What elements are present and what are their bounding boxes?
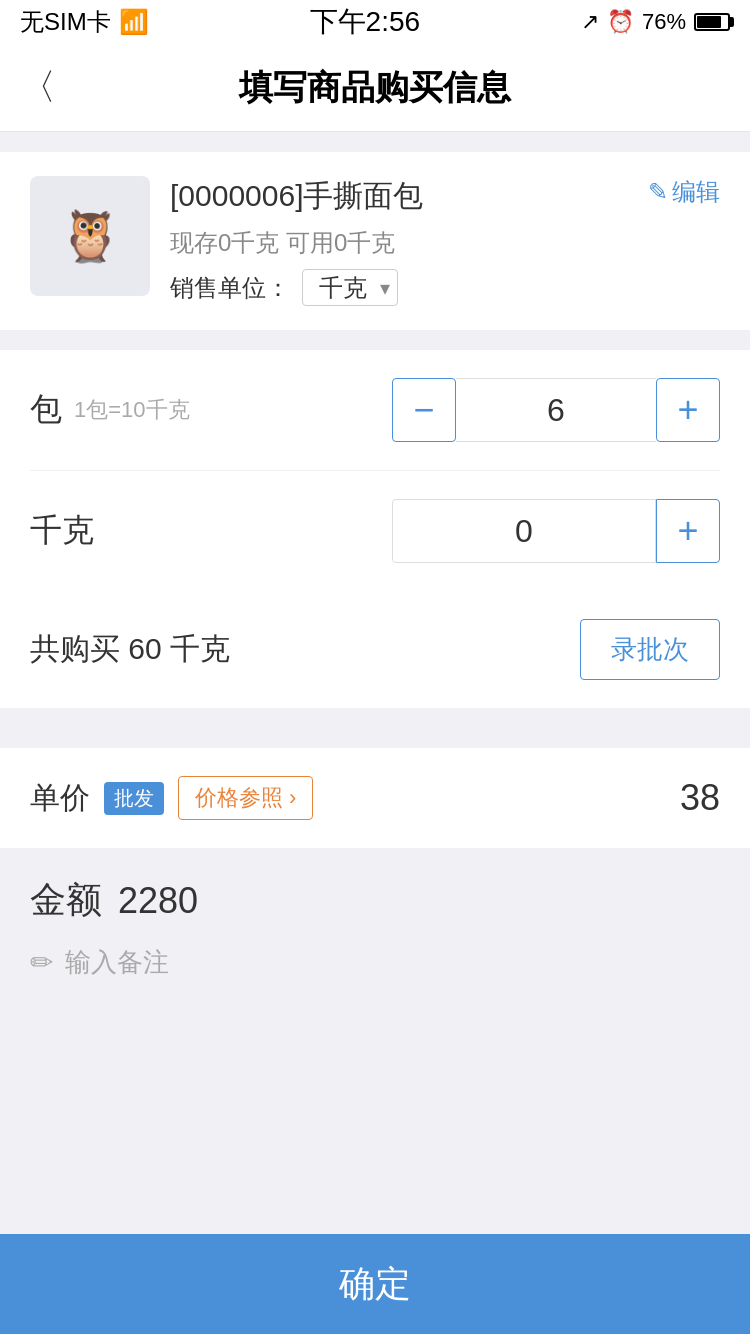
divider-1 — [0, 330, 750, 350]
price-ref-button[interactable]: 价格参照 › — [178, 776, 313, 820]
status-bar-time: 下午2:56 — [310, 3, 421, 41]
status-bar-right: ↗ ⏰ 76% — [581, 9, 730, 35]
input-section: 包 1包=10千克 − + 千克 + — [0, 350, 750, 591]
unit-select-wrapper[interactable]: 千克 — [302, 269, 398, 306]
package-quantity-input[interactable] — [456, 378, 656, 442]
package-input-row: 包 1包=10千克 − + — [30, 350, 720, 471]
kg-increment-button[interactable]: + — [656, 499, 720, 563]
amount-section: 金额 2280 ✏ 输入备注 — [0, 848, 750, 1000]
kg-label-group: 千克 — [30, 509, 94, 553]
package-decrement-button[interactable]: − — [392, 378, 456, 442]
product-info: [0000006]手撕面包 现存0千克 可用0千克 销售单位： 千克 — [170, 176, 720, 306]
price-label-row: 单价 批发 价格参照 › — [30, 776, 313, 820]
wifi-icon: 📶 — [119, 8, 149, 36]
divider-2 — [0, 708, 750, 728]
location-icon: ↗ — [581, 9, 599, 35]
product-logo-icon: 🦉 — [59, 207, 121, 265]
kg-input-row: 千克 + — [30, 471, 720, 591]
amount-row: 金额 2280 — [30, 876, 720, 925]
back-button[interactable]: 〈 — [20, 63, 56, 112]
price-section: 单价 批发 价格参照 › 38 — [0, 748, 750, 848]
kg-quantity-input[interactable] — [392, 499, 656, 563]
carrier-label: 无SIM卡 — [20, 6, 111, 38]
page-title: 填写商品购买信息 — [239, 65, 511, 111]
confirm-button[interactable]: 确定 — [0, 1234, 750, 1334]
amount-value: 2280 — [118, 880, 198, 922]
price-value: 38 — [680, 777, 720, 819]
product-card: 🦉 [0000006]手撕面包 现存0千克 可用0千克 销售单位： 千克 ✎ 编… — [0, 152, 750, 330]
nav-bar: 〈 填写商品购买信息 — [0, 44, 750, 132]
alarm-icon: ⏰ — [607, 9, 634, 35]
total-row: 共购买 60 千克 录批次 — [0, 591, 750, 708]
battery-percent: 76% — [642, 9, 686, 35]
product-unit-row: 销售单位： 千克 — [170, 269, 720, 306]
edit-label: 编辑 — [672, 176, 720, 208]
edit-button[interactable]: ✎ 编辑 — [648, 176, 720, 208]
package-controls: − + — [392, 378, 720, 442]
unit-select[interactable]: 千克 — [302, 269, 398, 306]
kg-controls: + — [392, 499, 720, 563]
note-row[interactable]: ✏ 输入备注 — [30, 945, 720, 980]
product-stock: 现存0千克 可用0千克 — [170, 227, 720, 259]
wholesale-tag: 批发 — [104, 782, 164, 815]
edit-icon: ✎ — [648, 178, 668, 206]
package-label: 包 — [30, 388, 62, 432]
note-placeholder: 输入备注 — [65, 945, 169, 980]
battery-icon — [694, 13, 730, 31]
product-image: 🦉 — [30, 176, 150, 296]
package-hint: 1包=10千克 — [74, 395, 190, 425]
unit-price-label: 单价 — [30, 778, 90, 819]
amount-label: 金额 — [30, 876, 102, 925]
unit-label: 销售单位： — [170, 272, 290, 304]
status-bar: 无SIM卡 📶 下午2:56 ↗ ⏰ 76% — [0, 0, 750, 44]
spacer — [0, 1000, 750, 1234]
kg-label: 千克 — [30, 509, 94, 553]
status-bar-left: 无SIM卡 📶 — [20, 6, 149, 38]
batch-button[interactable]: 录批次 — [580, 619, 720, 680]
note-icon: ✏ — [30, 946, 53, 979]
package-increment-button[interactable]: + — [656, 378, 720, 442]
product-name: [0000006]手撕面包 — [170, 176, 720, 217]
total-text: 共购买 60 千克 — [30, 629, 230, 670]
package-label-group: 包 1包=10千克 — [30, 388, 190, 432]
